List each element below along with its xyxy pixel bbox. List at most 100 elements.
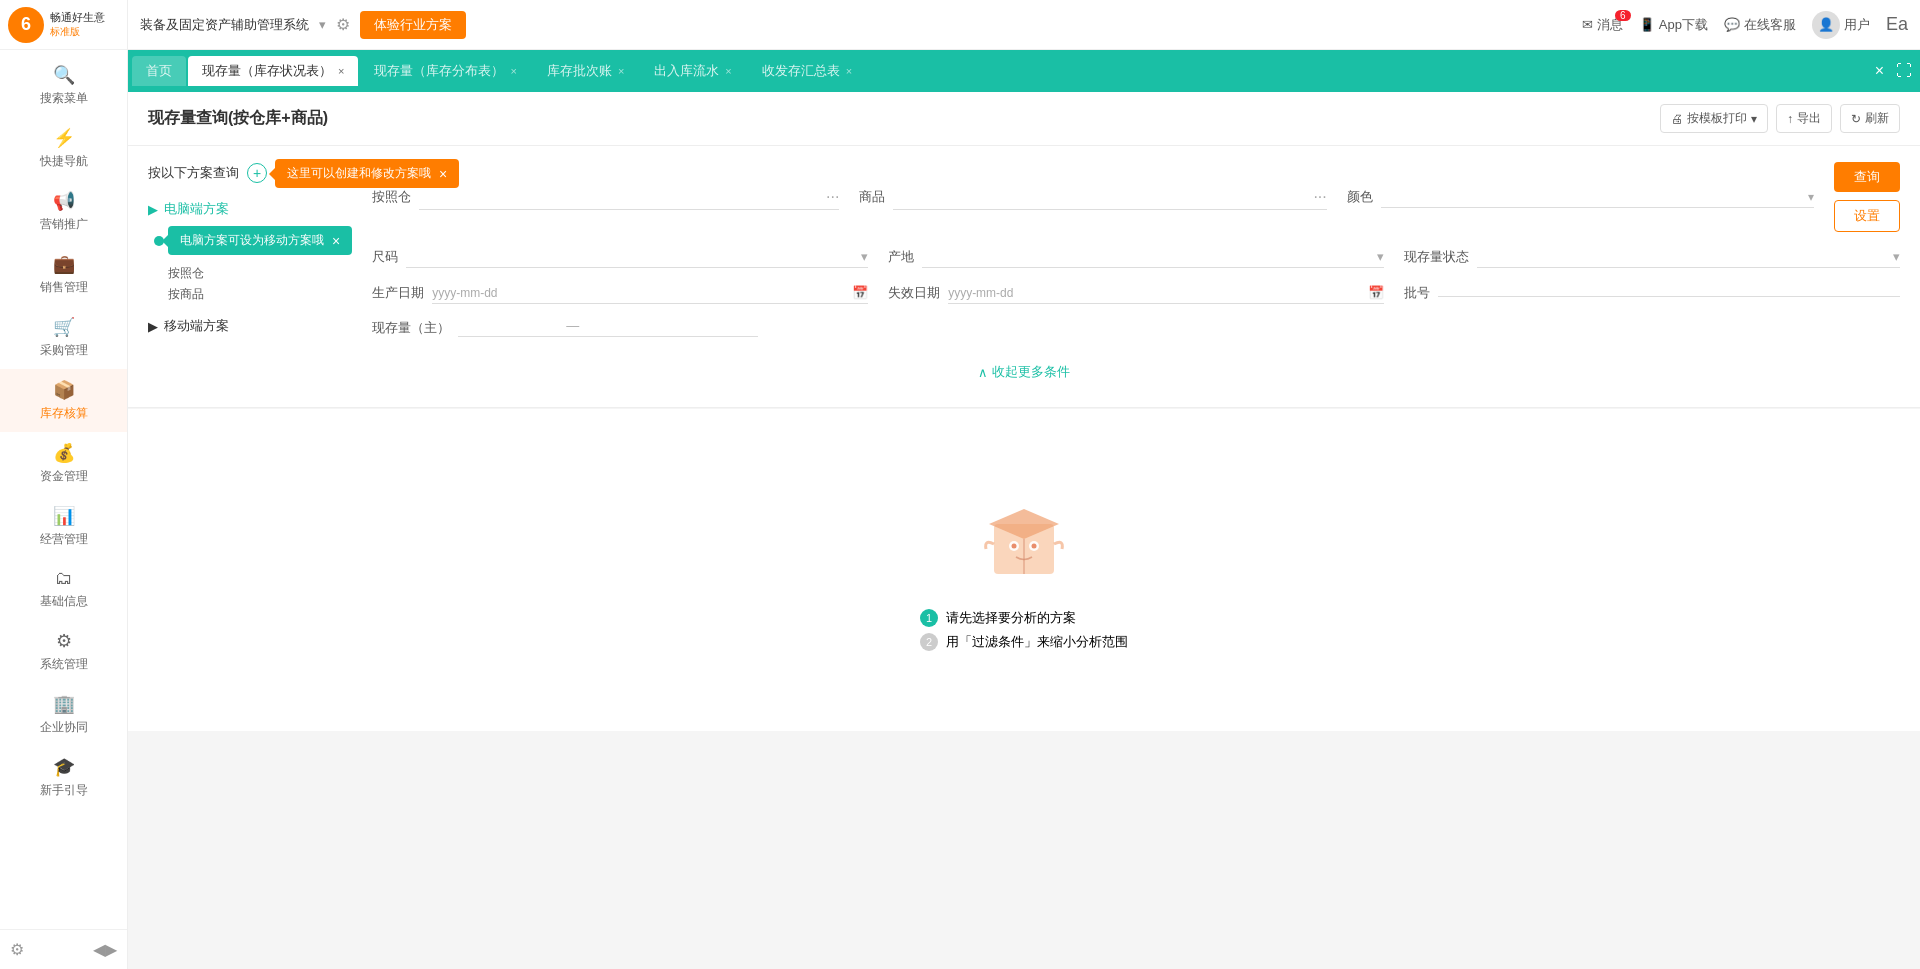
- sidebar-item-quicknav[interactable]: ⚡ 快捷导航: [0, 117, 127, 180]
- expire-date-label: 失效日期: [888, 284, 940, 302]
- export-btn[interactable]: ↑ 导出: [1776, 104, 1832, 133]
- collapse-arrow-icon: ∧: [978, 365, 988, 380]
- tabs-right: × ⛶: [1871, 58, 1916, 84]
- sidebar-item-marketing[interactable]: 📢 营销推广: [0, 180, 127, 243]
- mobile-icon: 📱: [1639, 17, 1655, 32]
- expire-date-value[interactable]: yyyy-mm-dd 📅: [948, 282, 1384, 304]
- pc-tooltip-text: 电脑方案可设为移动方案哦: [180, 232, 324, 249]
- sidebar-item-finance[interactable]: 💰 资金管理: [0, 432, 127, 495]
- mobile-scheme-item[interactable]: ▶ 移动端方案: [148, 313, 352, 339]
- close-all-tabs-icon[interactable]: ×: [1871, 58, 1888, 84]
- sidebar-item-system[interactable]: ⚙ 系统管理: [0, 620, 127, 683]
- empty-state: 1 请先选择要分析的方案 2 用「过滤条件」来缩小分析范围: [128, 409, 1920, 731]
- refresh-icon: ↻: [1851, 112, 1861, 126]
- batch-no-value[interactable]: [1438, 290, 1900, 297]
- sidebar-item-enterprise[interactable]: 🏢 企业协同: [0, 683, 127, 746]
- size-value[interactable]: ▾: [406, 246, 868, 268]
- warehouse-dots[interactable]: ···: [826, 188, 839, 206]
- goods-value[interactable]: ···: [893, 185, 1326, 210]
- pc-scheme-item[interactable]: ▶ 电脑端方案: [148, 196, 352, 222]
- setting-btn[interactable]: 设置: [1834, 200, 1900, 232]
- field-origin: 产地 ▾: [888, 246, 1384, 268]
- template-print-btn[interactable]: 🖨 按模板打印 ▾: [1660, 104, 1768, 133]
- nav-label-finance: 资金管理: [40, 468, 88, 485]
- stock-qty-separator: —: [566, 318, 579, 333]
- svg-point-4: [1012, 544, 1017, 549]
- message-group[interactable]: ✉ 消息 6: [1582, 16, 1623, 34]
- tab-collect[interactable]: 收发存汇总表 ×: [748, 56, 866, 86]
- expire-date-cal-icon[interactable]: 📅: [1368, 285, 1384, 300]
- sidebar-item-purchase[interactable]: 🛒 采购管理: [0, 306, 127, 369]
- tab-stock-status-close[interactable]: ×: [338, 65, 344, 77]
- sidebar-bottom: ⚙ ◀▶: [0, 929, 127, 969]
- tab-batch[interactable]: 库存批次账 ×: [533, 56, 638, 86]
- stock-status-label: 现存量状态: [1404, 248, 1469, 266]
- sidebar-item-sales[interactable]: 💼 销售管理: [0, 243, 127, 306]
- logo-icon: 6: [8, 7, 44, 43]
- tab-home-label: 首页: [146, 62, 172, 80]
- sidebar-settings-icon[interactable]: ⚙: [10, 940, 24, 959]
- goods-dots[interactable]: ···: [1313, 188, 1326, 206]
- logo-badge: 标准版: [50, 25, 105, 39]
- tab-stock-dist-label: 现存量（库存分布表）: [374, 62, 504, 80]
- online-support-group[interactable]: 💬 在线客服: [1724, 16, 1796, 34]
- tab-stock-status[interactable]: 现存量（库存状况表） ×: [188, 56, 358, 86]
- pc-sub-item-2[interactable]: 按商品: [168, 284, 352, 305]
- filter-action-buttons: + 这里可以创建和修改方案哦 × ✏ ←: [247, 162, 310, 184]
- field-goods: 商品 ···: [859, 185, 1326, 210]
- stock-qty-range: —: [458, 318, 758, 337]
- stock-qty-min[interactable]: [458, 318, 558, 333]
- ea-label[interactable]: Ea: [1886, 14, 1908, 35]
- nav-label-system: 系统管理: [40, 656, 88, 673]
- tab-home[interactable]: 首页: [132, 56, 186, 86]
- batch-no-label: 批号: [1404, 284, 1430, 302]
- prod-date-value[interactable]: yyyy-mm-dd 📅: [432, 282, 868, 304]
- sidebar-item-search[interactable]: 🔍 搜索菜单: [0, 54, 127, 117]
- sidebar-item-operations[interactable]: 📊 经营管理: [0, 495, 127, 558]
- page-actions: 🖨 按模板打印 ▾ ↑ 导出 ↻ 刷新: [1660, 104, 1900, 133]
- pc-sub-item-1[interactable]: 按照仓: [168, 263, 352, 284]
- stock-qty-max[interactable]: [587, 318, 687, 333]
- tab-collect-label: 收发存汇总表: [762, 62, 840, 80]
- tab-inout-close[interactable]: ×: [725, 65, 731, 77]
- filter-header: 按以下方案查询 + 这里可以创建和修改方案哦 ×: [148, 162, 352, 184]
- printer-icon: 🖨: [1671, 112, 1683, 126]
- create-tooltip-close[interactable]: ×: [439, 166, 447, 182]
- empty-svg: [974, 489, 1074, 589]
- origin-value[interactable]: ▾: [922, 246, 1384, 268]
- sidebar-item-basic[interactable]: 🗂 基础信息: [0, 558, 127, 620]
- tab-batch-close[interactable]: ×: [618, 65, 624, 77]
- system-dropdown-icon[interactable]: ▾: [319, 17, 326, 32]
- search-btn[interactable]: 查询: [1834, 162, 1900, 192]
- sidebar-collapse-icon[interactable]: ◀▶: [93, 940, 117, 959]
- pc-tooltip-close[interactable]: ×: [332, 233, 340, 249]
- header: 装备及固定资产辅助管理系统 ▾ ⚙ 体验行业方案 ✉ 消息 6 📱 App下载 …: [128, 0, 1920, 50]
- message-icon: ✉: [1582, 17, 1593, 32]
- sidebar-item-guide[interactable]: 🎓 新手引导: [0, 746, 127, 809]
- sidebar-item-inventory[interactable]: 📦 库存核算: [0, 369, 127, 432]
- filter-row-4: 现存量（主） —: [372, 318, 1900, 337]
- size-chevron: ▾: [861, 249, 868, 264]
- warehouse-label: 按照仓: [372, 188, 411, 206]
- create-tooltip-text: 这里可以创建和修改方案哦: [287, 165, 431, 182]
- collapse-btn[interactable]: ∧ 收起更多条件: [148, 353, 1900, 391]
- tab-inout[interactable]: 出入库流水 ×: [640, 56, 745, 86]
- tab-stock-dist-close[interactable]: ×: [510, 65, 516, 77]
- refresh-btn[interactable]: ↻ 刷新: [1840, 104, 1900, 133]
- avatar: 👤: [1812, 11, 1840, 39]
- tab-collect-close[interactable]: ×: [846, 65, 852, 77]
- color-value[interactable]: ▾: [1381, 187, 1814, 208]
- tab-stock-dist[interactable]: 现存量（库存分布表） ×: [360, 56, 530, 86]
- user-group[interactable]: 👤 用户: [1812, 11, 1870, 39]
- warehouse-value[interactable]: ···: [419, 185, 839, 210]
- prod-date-cal-icon[interactable]: 📅: [852, 285, 868, 300]
- sidebar-logo: 6 畅通好生意 标准版: [0, 0, 127, 50]
- basic-icon: 🗂: [55, 568, 73, 589]
- industry-btn[interactable]: 体验行业方案: [360, 11, 466, 39]
- app-download-group[interactable]: 📱 App下载: [1639, 16, 1708, 34]
- add-scheme-btn[interactable]: +: [247, 163, 267, 183]
- stock-status-value[interactable]: ▾: [1477, 246, 1900, 268]
- gear-icon[interactable]: ⚙: [336, 15, 350, 34]
- maximize-icon[interactable]: ⛶: [1892, 58, 1916, 84]
- prod-date-placeholder: yyyy-mm-dd: [432, 286, 497, 300]
